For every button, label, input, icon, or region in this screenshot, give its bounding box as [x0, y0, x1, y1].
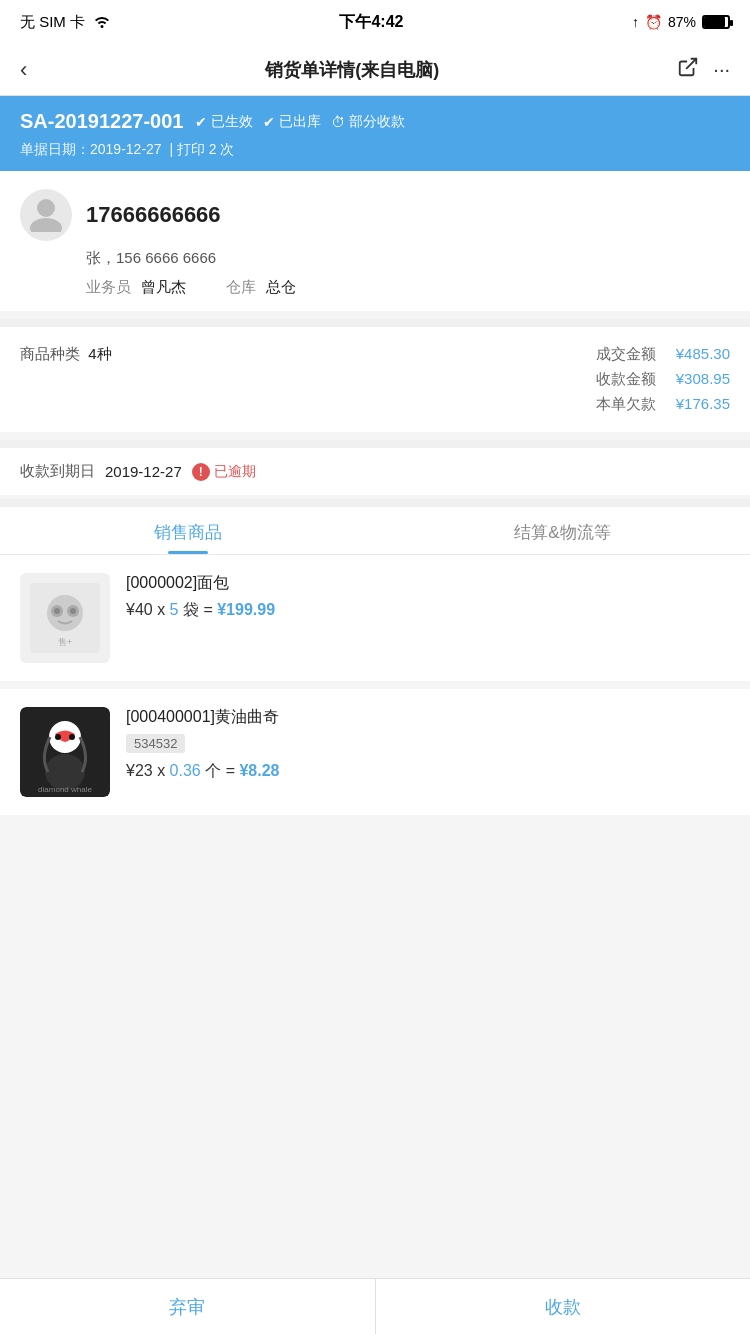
status-badge-effective: ✔ 已生效 [195, 113, 253, 131]
avatar-icon [26, 192, 66, 239]
check-icon-2: ✔ [263, 114, 275, 130]
status-badge-shipped: ✔ 已出库 [263, 113, 321, 131]
tabs-bar: 销售商品 结算&物流等 [0, 507, 750, 555]
status-right: ↑ ⏰ 87% [632, 14, 730, 30]
page-title: 销货单详情(来自电脑) [265, 58, 439, 82]
warehouse-meta: 仓库 总仓 [226, 278, 296, 297]
bottom-bar: 弃审 收款 [0, 1278, 750, 1334]
status-left: 无 SIM 卡 [20, 13, 111, 32]
customer-top: 17666666666 [20, 189, 730, 241]
product-price-2: ¥23 x 0.36 个 = ¥8.28 [126, 761, 730, 782]
overdue-icon: ! [192, 463, 210, 481]
product-tag-2: 534532 [126, 734, 185, 753]
sales-meta: 业务员 曾凡杰 [86, 278, 186, 297]
status-bar: 无 SIM 卡 下午4:42 ↑ ⏰ 87% [0, 0, 750, 44]
product-name-1: [0000002]面包 [126, 573, 730, 594]
divider-2 [0, 440, 750, 448]
svg-line-0 [686, 59, 696, 69]
amount-row-1: 成交金额 ¥485.30 [596, 345, 730, 364]
banner-top: SA-20191227-001 ✔ 已生效 ✔ 已出库 ⏱ 部分收款 [20, 110, 730, 133]
divider-3 [0, 499, 750, 507]
overdue-badge: ! 已逾期 [192, 463, 256, 481]
svg-point-8 [70, 608, 76, 614]
header-banner: SA-20191227-001 ✔ 已生效 ✔ 已出库 ⏱ 部分收款 单据日期：… [0, 96, 750, 171]
nav-bar: ‹ 销货单详情(来自电脑) ··· [0, 44, 750, 96]
nav-actions: ··· [677, 56, 730, 83]
product-details-2: [000400001]黄油曲奇 534532 ¥23 x 0.36 个 = ¥8… [126, 707, 730, 782]
product-type-stat: 商品种类 4种 [20, 345, 596, 364]
battery-icon [702, 15, 730, 29]
stats-right: 成交金额 ¥485.30 收款金额 ¥308.95 本单欠款 ¥176.35 [596, 345, 730, 414]
product-image-2: diamond whale [20, 707, 110, 797]
clock-icon: ⏱ [331, 114, 345, 130]
svg-point-13 [55, 734, 61, 740]
amount-row-2: 收款金额 ¥308.95 [596, 370, 730, 389]
svg-text:售+: 售+ [58, 637, 72, 647]
product-price-1: ¥40 x 5 袋 = ¥199.99 [126, 600, 730, 621]
customer-meta: 业务员 曾凡杰 仓库 总仓 [20, 278, 730, 297]
product-image-1: 售+ [20, 573, 110, 663]
check-icon-1: ✔ [195, 114, 207, 130]
tab-settlement[interactable]: 结算&物流等 [375, 507, 750, 554]
back-button[interactable]: ‹ [20, 57, 27, 83]
divider-1 [0, 319, 750, 327]
order-id: SA-20191227-001 [20, 110, 183, 133]
wifi-icon [93, 14, 111, 31]
confirm-button[interactable]: 收款 [376, 1279, 751, 1334]
more-icon[interactable]: ··· [713, 58, 730, 81]
bottom-spacer [0, 823, 750, 879]
tab-sales-products[interactable]: 销售商品 [0, 507, 375, 554]
banner-date: 单据日期：2019-12-27 | 打印 2 次 [20, 141, 730, 159]
status-badge-partial: ⏱ 部分收款 [331, 113, 405, 131]
amount-row-3: 本单欠款 ¥176.35 [596, 395, 730, 414]
stats-section: 商品种类 4种 成交金额 ¥485.30 收款金额 ¥308.95 本单欠款 ¥… [0, 327, 750, 432]
share-icon[interactable] [677, 56, 699, 83]
svg-point-1 [37, 199, 55, 217]
product-item-1: 售+ [0000002]面包 ¥40 x 5 袋 = ¥199.99 [0, 555, 750, 681]
tabs-section: 销售商品 结算&物流等 [0, 507, 750, 555]
alarm-icon: ⏰ [645, 14, 662, 30]
customer-section: 17666666666 张，156 6666 6666 业务员 曾凡杰 仓库 总… [0, 171, 750, 311]
cancel-button[interactable]: 弃审 [0, 1279, 376, 1334]
svg-point-7 [54, 608, 60, 614]
product-item-2: diamond whale [000400001]黄油曲奇 534532 ¥23… [0, 689, 750, 815]
products-list: 售+ [0000002]面包 ¥40 x 5 袋 = ¥199.99 [0, 555, 750, 815]
location-icon: ↑ [632, 14, 639, 30]
avatar [20, 189, 72, 241]
customer-info: 张，156 6666 6666 [20, 249, 730, 268]
tab-underline [168, 551, 208, 554]
svg-point-14 [69, 734, 75, 740]
product-details-1: [0000002]面包 ¥40 x 5 袋 = ¥199.99 [126, 573, 730, 621]
svg-text:diamond whale: diamond whale [38, 785, 92, 794]
status-time: 下午4:42 [339, 12, 403, 33]
customer-phone: 17666666666 [86, 202, 221, 228]
status-badges: ✔ 已生效 ✔ 已出库 ⏱ 部分收款 [195, 113, 405, 131]
stats-left: 商品种类 4种 [20, 345, 596, 364]
svg-point-2 [30, 218, 62, 232]
carrier-text: 无 SIM 卡 [20, 13, 85, 32]
product-name-2: [000400001]黄油曲奇 [126, 707, 730, 728]
battery-text: 87% [668, 14, 696, 30]
due-section: 收款到期日 2019-12-27 ! 已逾期 [0, 448, 750, 495]
